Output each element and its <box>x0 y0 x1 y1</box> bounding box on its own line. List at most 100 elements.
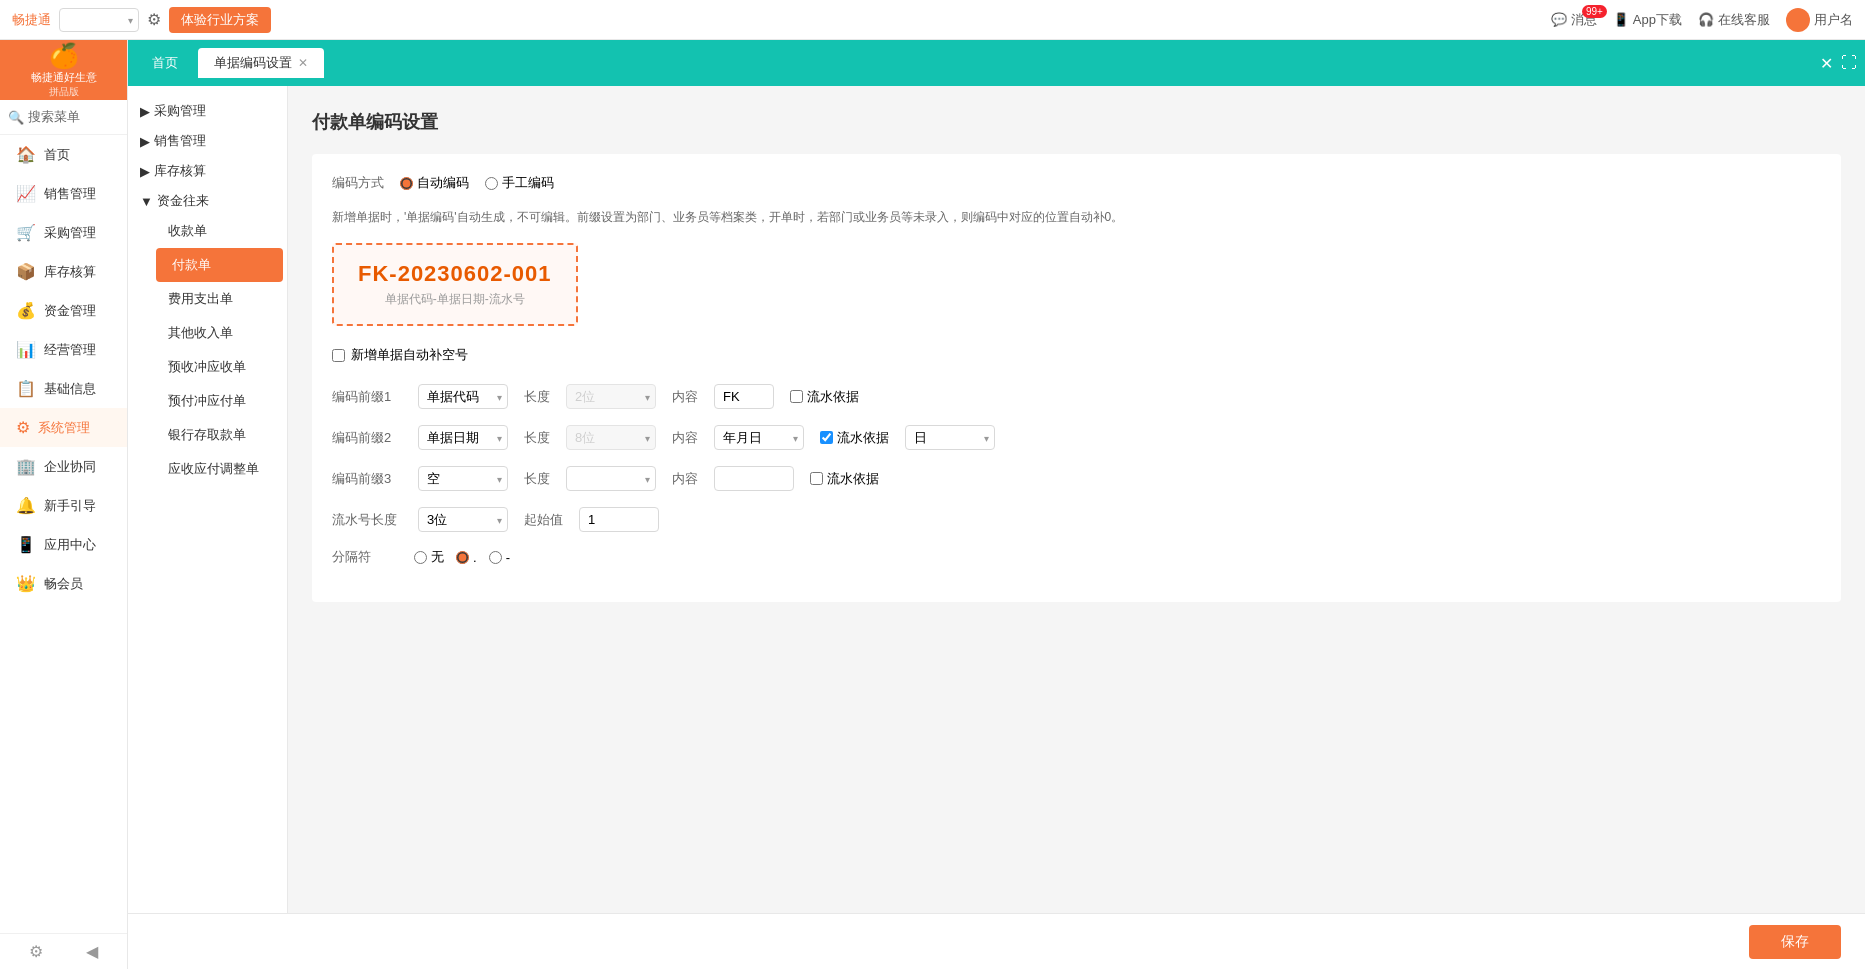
prefix3-content-input[interactable] <box>714 466 794 491</box>
prefix1-select-wrap[interactable]: 单据代码 <box>418 384 508 409</box>
prefix3-content-label: 内容 <box>672 470 698 488</box>
prefix2-length-wrap[interactable]: 8位 <box>566 425 656 450</box>
prefix2-content-wrap[interactable]: 年月日 <box>714 425 804 450</box>
prefix3-serial-label[interactable]: 流水依据 <box>810 470 879 488</box>
prefix2-content-select[interactable]: 年月日 <box>714 425 804 450</box>
collapse-icon[interactable]: ◀ <box>86 942 98 961</box>
app-download[interactable]: 📱 App下载 <box>1613 11 1682 29</box>
auto-encoding-option[interactable]: 自动编码 <box>400 174 469 192</box>
sidebar-item-member[interactable]: 👑 畅会员 <box>0 564 127 603</box>
sidebar-label-home: 首页 <box>44 146 70 164</box>
home-icon: 🏠 <box>16 145 36 164</box>
sidebar-label-enterprise: 企业协同 <box>44 458 96 476</box>
separator-none-radio[interactable] <box>414 551 427 564</box>
trial-button[interactable]: 体验行业方案 <box>169 7 271 33</box>
group-inventory[interactable]: ▶ 库存核算 <box>128 154 287 184</box>
save-button[interactable]: 保存 <box>1749 925 1841 959</box>
prefix3-length-wrap[interactable] <box>566 466 656 491</box>
purchase-icon: 🛒 <box>16 223 36 242</box>
search-label: 搜索菜单 <box>28 108 80 126</box>
group-fund-flow[interactable]: ▼ 资金往来 <box>128 184 287 214</box>
serial-row: 流水号长度 3位 起始值 <box>332 507 1821 532</box>
prefix2-select[interactable]: 单据日期 <box>418 425 508 450</box>
prefix3-select[interactable]: 空 <box>418 466 508 491</box>
sidebar-label-member: 畅会员 <box>44 575 83 593</box>
auto-fill-checkbox[interactable] <box>332 349 345 362</box>
sidebar-item-apps[interactable]: 📱 应用中心 <box>0 525 127 564</box>
online-service[interactable]: 🎧 在线客服 <box>1698 11 1770 29</box>
separator-dash-label: - <box>506 550 510 565</box>
prefix2-period-wrap[interactable]: 日 <box>905 425 995 450</box>
sidebar-expense[interactable]: 费用支出单 <box>152 282 287 316</box>
settings-bottom-icon[interactable]: ⚙ <box>29 942 43 961</box>
separator-dash-option[interactable]: - <box>489 550 510 565</box>
prefix3-length-select[interactable] <box>566 466 656 491</box>
top-dropdown[interactable] <box>59 8 139 32</box>
sidebar-item-inventory[interactable]: 📦 库存核算 <box>0 252 127 291</box>
basic-icon: 📋 <box>16 379 36 398</box>
serial-length-select[interactable]: 3位 <box>418 507 508 532</box>
sidebar-ar-ap-adjust[interactable]: 应收应付调整单 <box>152 452 287 486</box>
sidebar-receipt[interactable]: 收款单 <box>152 214 287 248</box>
sidebar-payment[interactable]: 付款单 <box>156 248 283 282</box>
settings-icon[interactable]: ⚙ <box>147 10 161 29</box>
page-title: 付款单编码设置 <box>312 110 1841 134</box>
sidebar-bank-deposit[interactable]: 银行存取款单 <box>152 418 287 452</box>
separator-dash-radio[interactable] <box>489 551 502 564</box>
tab-minimize-icon[interactable]: ✕ <box>1820 54 1833 73</box>
logo-text2: 拼品版 <box>49 85 79 99</box>
user-area[interactable]: 用户名 <box>1786 8 1853 32</box>
message-area[interactable]: 💬 消息 99+ <box>1551 11 1597 29</box>
tab-maximize-icon[interactable]: ⛶ <box>1841 54 1857 73</box>
serial-start-input[interactable] <box>579 507 659 532</box>
group-purchase[interactable]: ▶ 采购管理 <box>128 94 287 124</box>
prefix1-length-wrap[interactable]: 2位 <box>566 384 656 409</box>
prefix3-serial-checkbox[interactable] <box>810 472 823 485</box>
sidebar-item-basic[interactable]: 📋 基础信息 <box>0 369 127 408</box>
prefix1-serial-checkbox[interactable] <box>790 390 803 403</box>
top-dropdown-select[interactable] <box>59 8 139 32</box>
sidebar-item-finance[interactable]: 💰 资金管理 <box>0 291 127 330</box>
prefix3-serial-text: 流水依据 <box>827 470 879 488</box>
sidebar-item-sales[interactable]: 📈 销售管理 <box>0 174 127 213</box>
sidebar-label-apps: 应用中心 <box>44 536 96 554</box>
prefix1-serial-label[interactable]: 流水依据 <box>790 388 859 406</box>
serial-length-wrap[interactable]: 3位 <box>418 507 508 532</box>
sidebar-item-enterprise[interactable]: 🏢 企业协同 <box>0 447 127 486</box>
manual-encoding-option[interactable]: 手工编码 <box>485 174 554 192</box>
tab-home[interactable]: 首页 <box>136 48 194 78</box>
sidebar-pre-receipt[interactable]: 预收冲应收单 <box>152 350 287 384</box>
prefix2-select-wrap[interactable]: 单据日期 <box>418 425 508 450</box>
separator-none-option[interactable]: 无 <box>414 548 444 566</box>
prefix2-serial-label[interactable]: 流水依据 <box>820 429 889 447</box>
sidebar-item-purchase[interactable]: 🛒 采购管理 <box>0 213 127 252</box>
group-sales-label: 销售管理 <box>154 132 206 150</box>
guide-icon: 🔔 <box>16 496 36 515</box>
sidebar-item-home[interactable]: 🏠 首页 <box>0 135 127 174</box>
sidebar-pre-payment[interactable]: 预付冲应付单 <box>152 384 287 418</box>
logo-icon: 🍊 <box>49 42 79 70</box>
prefix3-select-wrap[interactable]: 空 <box>418 466 508 491</box>
sidebar-other-income[interactable]: 其他收入单 <box>152 316 287 350</box>
separator-dot-option[interactable]: . <box>456 550 477 565</box>
serial-label: 流水号长度 <box>332 511 402 529</box>
sidebar-item-guide[interactable]: 🔔 新手引导 <box>0 486 127 525</box>
prefix2-serial-checkbox[interactable] <box>820 431 833 444</box>
manual-encoding-radio[interactable] <box>485 177 498 190</box>
sidebar-label-basic: 基础信息 <box>44 380 96 398</box>
sidebar-search[interactable]: 🔍 搜索菜单 <box>0 100 127 135</box>
prefix1-select[interactable]: 单据代码 <box>418 384 508 409</box>
group-sales[interactable]: ▶ 销售管理 <box>128 124 287 154</box>
separator-dot-radio[interactable] <box>456 551 469 564</box>
sidebar-item-operations[interactable]: 📊 经营管理 <box>0 330 127 369</box>
sidebar-item-system[interactable]: ⚙ 系统管理 <box>0 408 127 447</box>
separator-none-label: 无 <box>431 548 444 566</box>
username-label: 用户名 <box>1814 11 1853 29</box>
tab-close-icon[interactable]: ✕ <box>298 56 308 70</box>
fund-flow-items: 收款单 付款单 费用支出单 其他收入单 预收冲应收单 预付冲应付单 银行存取款单… <box>128 214 287 486</box>
auto-encoding-label: 自动编码 <box>417 174 469 192</box>
tab-doc-encoding[interactable]: 单据编码设置 ✕ <box>198 48 324 78</box>
prefix2-period-select[interactable]: 日 <box>905 425 995 450</box>
auto-encoding-radio[interactable] <box>400 177 413 190</box>
prefix1-content-input[interactable] <box>714 384 774 409</box>
